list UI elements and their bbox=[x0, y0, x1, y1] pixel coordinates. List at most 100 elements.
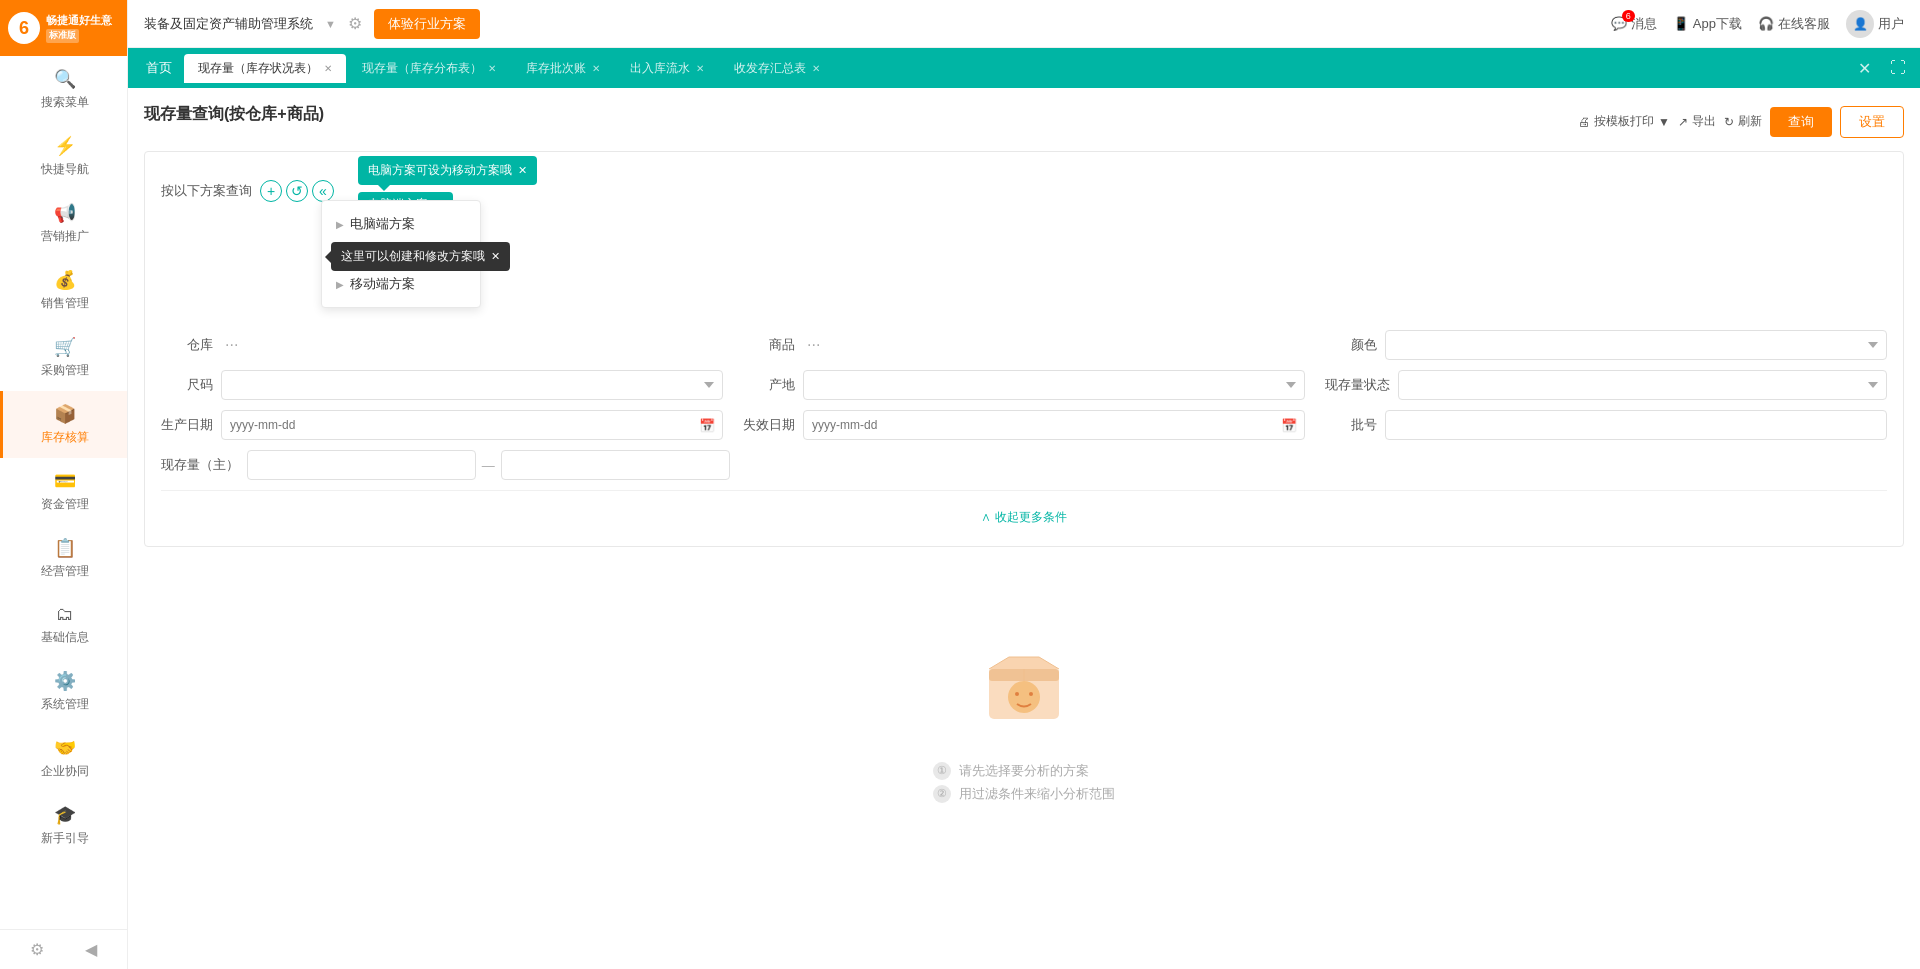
filter-row-3: 生产日期 📅 失效日期 📅 批号 bbox=[161, 410, 1887, 440]
avatar: 👤 bbox=[1846, 10, 1874, 38]
sidebar-item-operation[interactable]: 📋 经营管理 bbox=[0, 525, 127, 592]
tab-close-inventory-distribution[interactable]: ✕ bbox=[488, 63, 496, 74]
refresh-scheme-button[interactable]: ↺ bbox=[286, 180, 308, 202]
scheme-edit-tooltip-close[interactable]: ✕ bbox=[491, 250, 500, 263]
expire-date-input[interactable] bbox=[803, 410, 1305, 440]
sidebar-item-inventory[interactable]: 📦 库存核算 bbox=[0, 391, 127, 458]
industry-button[interactable]: 体验行业方案 bbox=[374, 9, 480, 39]
tab-close-all-icon[interactable]: ✕ bbox=[1850, 54, 1878, 82]
tab-inventory-status[interactable]: 现存量（库存状况表） ✕ bbox=[184, 54, 346, 83]
expire-date-label: 失效日期 bbox=[743, 416, 795, 434]
filter-field-color: 颜色 bbox=[1325, 330, 1887, 360]
back-scheme-button[interactable]: « bbox=[312, 180, 334, 202]
goods-label: 商品 bbox=[743, 336, 795, 354]
collapse-sidebar-icon[interactable]: ◀ bbox=[85, 940, 97, 959]
refresh-button[interactable]: ↻ 刷新 bbox=[1724, 113, 1762, 130]
sidebar-item-sales[interactable]: 💰 销售管理 bbox=[0, 257, 127, 324]
tree-arrow-pc: ▶ bbox=[336, 219, 344, 230]
tab-bar-right: ✕ ⛶ bbox=[1850, 54, 1912, 82]
prod-date-input[interactable] bbox=[221, 410, 723, 440]
filter-divider bbox=[161, 490, 1887, 491]
tab-summary[interactable]: 收发存汇总表 ✕ bbox=[720, 54, 834, 83]
filter-field-goods: 商品 ··· bbox=[743, 336, 1305, 354]
sidebar-item-base[interactable]: 🗂 基础信息 bbox=[0, 592, 127, 658]
finance-icon: 💳 bbox=[54, 470, 76, 492]
filter-row-4: 现存量（主） — bbox=[161, 450, 1887, 480]
svg-point-4 bbox=[1029, 692, 1033, 696]
export-icon: ↗ bbox=[1678, 115, 1688, 129]
step-num-2: ② bbox=[933, 785, 951, 803]
origin-select[interactable] bbox=[803, 370, 1305, 400]
reset-button[interactable]: 设置 bbox=[1840, 106, 1904, 138]
sidebar-item-quick[interactable]: ⚡ 快捷导航 bbox=[0, 123, 127, 190]
color-label: 颜色 bbox=[1325, 336, 1377, 354]
system-dropdown-icon[interactable]: ▼ bbox=[325, 18, 336, 30]
filter-row-2: 尺码 产地 现存量状态 bbox=[161, 370, 1887, 400]
inventory-icon: 📦 bbox=[54, 403, 76, 425]
size-select[interactable] bbox=[221, 370, 723, 400]
stock-qty-min-input[interactable] bbox=[247, 450, 476, 480]
sidebar-bottom: ⚙ ◀ bbox=[0, 929, 127, 969]
tab-summary-label: 收发存汇总表 bbox=[734, 60, 806, 77]
warehouse-dots[interactable]: ··· bbox=[221, 336, 242, 354]
expire-date-wrap: 📅 bbox=[803, 410, 1305, 440]
top-header-left: 装备及固定资产辅助管理系统 ▼ ⚙ 体验行业方案 bbox=[144, 9, 480, 39]
empty-step-1-text: 请先选择要分析的方案 bbox=[959, 759, 1089, 782]
online-support-group[interactable]: 🎧 在线客服 bbox=[1758, 15, 1830, 33]
export-button[interactable]: ↗ 导出 bbox=[1678, 113, 1716, 130]
tab-inout-flow[interactable]: 出入库流水 ✕ bbox=[616, 54, 718, 83]
top-header: 装备及固定资产辅助管理系统 ▼ ⚙ 体验行业方案 💬 6 消息 📱 App下载 … bbox=[128, 0, 1920, 48]
purchase-icon: 🛒 bbox=[54, 336, 76, 358]
sidebar-item-marketing[interactable]: 📢 营销推广 bbox=[0, 190, 127, 257]
empty-state: ① 请先选择要分析的方案 ② 用过滤条件来缩小分析范围 bbox=[144, 559, 1904, 886]
filter-field-expire-date: 失效日期 📅 bbox=[743, 410, 1305, 440]
tab-home[interactable]: 首页 bbox=[136, 53, 182, 83]
filter-label: 按以下方案查询 bbox=[161, 182, 252, 200]
app-download-group[interactable]: 📱 App下载 bbox=[1673, 15, 1742, 33]
sidebar-item-enterprise[interactable]: 🤝 企业协同 bbox=[0, 725, 127, 792]
empty-svg bbox=[974, 639, 1074, 729]
search-icon: 🔍 bbox=[54, 68, 76, 90]
tab-close-inout-flow[interactable]: ✕ bbox=[696, 63, 704, 74]
logo-text: 畅捷通好生意 标准版 bbox=[46, 13, 112, 43]
goods-dots[interactable]: ··· bbox=[803, 336, 824, 354]
sales-icon: 💰 bbox=[54, 269, 76, 291]
header-settings-icon[interactable]: ⚙ bbox=[348, 14, 362, 33]
template-print-button[interactable]: 🖨 按模板打印 ▼ bbox=[1578, 113, 1670, 130]
stock-qty-max-input[interactable] bbox=[501, 450, 730, 480]
add-scheme-button[interactable]: + bbox=[260, 180, 282, 202]
query-button[interactable]: 查询 bbox=[1770, 107, 1832, 137]
sidebar-item-purchase[interactable]: 🛒 采购管理 bbox=[0, 324, 127, 391]
tab-close-summary[interactable]: ✕ bbox=[812, 63, 820, 74]
tab-inventory-batch[interactable]: 库存批次账 ✕ bbox=[512, 54, 614, 83]
messages-group[interactable]: 💬 6 消息 bbox=[1611, 15, 1657, 33]
tab-close-inventory-status[interactable]: ✕ bbox=[324, 63, 332, 74]
stock-status-label: 现存量状态 bbox=[1325, 376, 1390, 394]
collapse-bar[interactable]: ∧ 收起更多条件 bbox=[161, 501, 1887, 534]
tab-inventory-distribution[interactable]: 现存量（库存分布表） ✕ bbox=[348, 54, 510, 83]
settings-bottom-icon[interactable]: ⚙ bbox=[30, 940, 44, 959]
header-actions: 🖨 按模板打印 ▼ ↗ 导出 ↻ 刷新 查询 设置 bbox=[1578, 106, 1904, 138]
tab-inventory-batch-label: 库存批次账 bbox=[526, 60, 586, 77]
stock-status-select[interactable] bbox=[1398, 370, 1887, 400]
sidebar-item-finance[interactable]: 💳 资金管理 bbox=[0, 458, 127, 525]
size-label: 尺码 bbox=[161, 376, 213, 394]
batch-input[interactable] bbox=[1385, 410, 1887, 440]
sidebar-item-search[interactable]: 🔍 搜索菜单 bbox=[0, 56, 127, 123]
scheme-tooltip: 电脑方案可设为移动方案哦 ✕ bbox=[358, 156, 537, 185]
empty-icon bbox=[974, 639, 1074, 739]
empty-step-2-text: 用过滤条件来缩小分析范围 bbox=[959, 782, 1115, 805]
base-icon: 🗂 bbox=[56, 604, 74, 625]
tab-inventory-status-label: 现存量（库存状况表） bbox=[198, 60, 318, 77]
color-select[interactable] bbox=[1385, 330, 1887, 360]
scheme-tree-item-pc[interactable]: ▶ 电脑端方案 bbox=[322, 209, 480, 239]
sidebar-item-guide[interactable]: 🎓 新手引导 bbox=[0, 792, 127, 859]
tab-maximize-icon[interactable]: ⛶ bbox=[1884, 54, 1912, 82]
scheme-tree-item-mobile[interactable]: ▶ 移动端方案 bbox=[322, 269, 480, 299]
sidebar-item-system[interactable]: ⚙️ 系统管理 bbox=[0, 658, 127, 725]
filter-row-1: 仓库 ··· 商品 ··· 颜色 bbox=[161, 330, 1887, 360]
tab-close-inventory-batch[interactable]: ✕ bbox=[592, 63, 600, 74]
tab-inout-flow-label: 出入库流水 bbox=[630, 60, 690, 77]
user-group[interactable]: 👤 用户 bbox=[1846, 10, 1904, 38]
scheme-tooltip-close[interactable]: ✕ bbox=[518, 164, 527, 177]
